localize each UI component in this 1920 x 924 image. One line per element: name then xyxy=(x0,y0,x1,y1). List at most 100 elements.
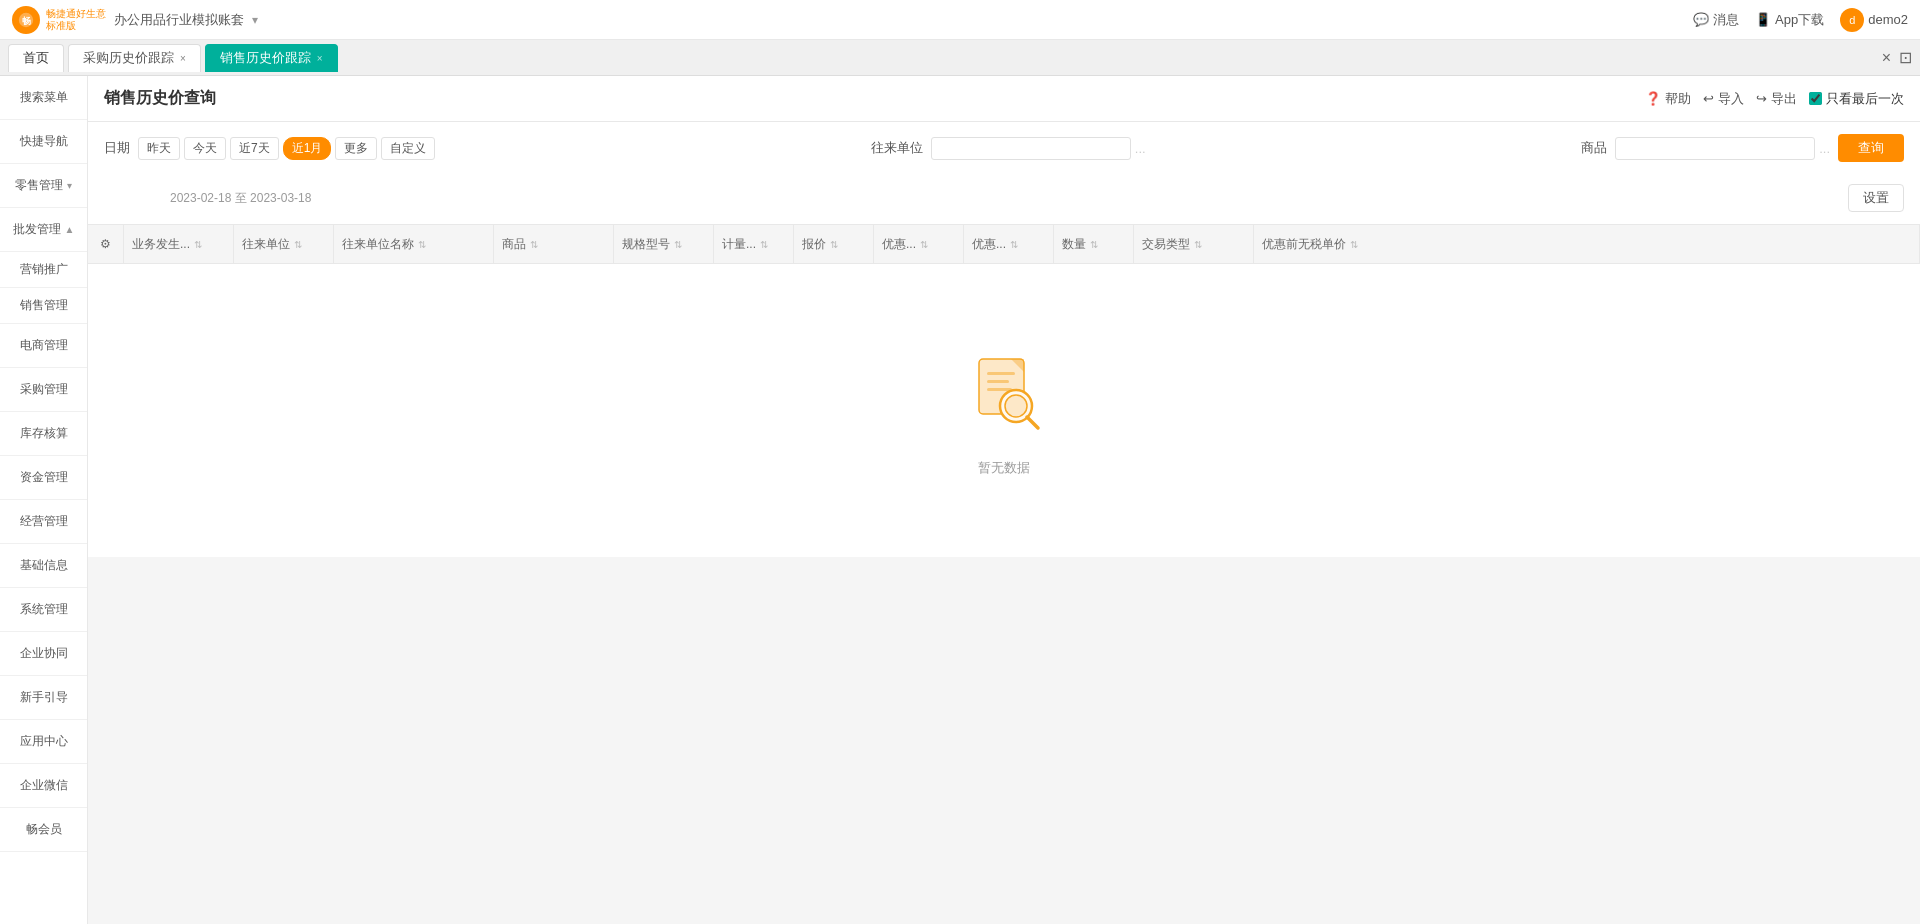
sidebar-label-search-menu: 搜索菜单 xyxy=(20,89,68,106)
tab-purchase-history[interactable]: 采购历史价跟踪 × xyxy=(68,44,201,72)
tab-sales-history[interactable]: 销售历史价跟踪 × xyxy=(205,44,338,72)
app-download-btn[interactable]: 📱 App下载 xyxy=(1755,11,1824,29)
sidebar-item-app-center[interactable]: 应用中心 xyxy=(0,720,87,764)
sidebar-label-app-center: 应用中心 xyxy=(20,733,68,750)
th-goods-sort: ⇅ xyxy=(530,239,538,250)
user-area[interactable]: d demo2 xyxy=(1840,8,1908,32)
sidebar-label-purchase: 采购管理 xyxy=(20,381,68,398)
sidebar-item-enterprise-wechat[interactable]: 企业微信 xyxy=(0,764,87,808)
sidebar-item-retail-mgmt[interactable]: 零售管理 ▾ xyxy=(0,164,87,208)
sidebar-item-ops[interactable]: 经营管理 xyxy=(0,500,87,544)
date-btn-more[interactable]: 更多 xyxy=(335,137,377,160)
app-title: 办公用品行业模拟账套 xyxy=(114,11,244,29)
main-layout: 搜索菜单 快捷导航 零售管理 ▾ 批发管理 ▲ 营销推广 销售管理 电商管理 采… xyxy=(0,76,1920,924)
sidebar-item-sales-mgmt[interactable]: 销售管理 xyxy=(0,288,87,324)
date-buttons: 昨天 今天 近7天 近1月 更多 自定义 xyxy=(138,137,435,160)
topbar-right: 💬 消息 📱 App下载 d demo2 xyxy=(1693,8,1908,32)
date-btn-last7days[interactable]: 近7天 xyxy=(230,137,279,160)
th-discount2-label: 优惠... xyxy=(972,236,1006,253)
th-unit[interactable]: 计量... ⇅ xyxy=(714,225,794,263)
th-discount2[interactable]: 优惠... ⇅ xyxy=(964,225,1054,263)
close-all-btn[interactable]: × xyxy=(1882,49,1891,67)
sidebar-item-newbie[interactable]: 新手引导 xyxy=(0,676,87,720)
th-partner-name[interactable]: 往来单位名称 ⇅ xyxy=(334,225,494,263)
th-spec[interactable]: 规格型号 ⇅ xyxy=(614,225,714,263)
date-label: 日期 xyxy=(104,139,130,157)
th-discount1-label: 优惠... xyxy=(882,236,916,253)
svg-line-8 xyxy=(1027,417,1038,428)
tab-sales-close[interactable]: × xyxy=(317,53,323,64)
tab-home[interactable]: 首页 xyxy=(8,44,64,72)
sidebar-item-search-menu[interactable]: 搜索菜单 xyxy=(0,76,87,120)
filter-area: 日期 昨天 今天 近7天 近1月 更多 自定义 往来单位 ... 商品 xyxy=(88,122,1920,225)
sidebar-item-wholesale-mgmt[interactable]: 批发管理 ▲ xyxy=(0,208,87,252)
logo-svg: 畅 xyxy=(17,11,35,29)
svg-rect-4 xyxy=(987,380,1009,383)
tab-home-label: 首页 xyxy=(23,49,49,67)
partner-label: 往来单位 xyxy=(871,139,923,157)
th-goods-label: 商品 xyxy=(502,236,526,253)
th-biz-date[interactable]: 业务发生... ⇅ xyxy=(124,225,234,263)
partner-field: ... xyxy=(931,137,1146,160)
th-qty[interactable]: 数量 ⇅ xyxy=(1054,225,1134,263)
th-notax-price[interactable]: 优惠前无税单价 ⇅ xyxy=(1254,225,1920,263)
maximize-btn[interactable]: ⊡ xyxy=(1899,48,1912,67)
empty-svg xyxy=(954,344,1054,444)
title-dropdown[interactable]: ▾ xyxy=(252,13,258,27)
help-btn[interactable]: ❓ 帮助 xyxy=(1645,90,1691,108)
partner-dots: ... xyxy=(1135,141,1146,156)
date-btn-yesterday[interactable]: 昨天 xyxy=(138,137,180,160)
sidebar-item-system[interactable]: 系统管理 xyxy=(0,588,87,632)
import-btn[interactable]: ↩ 导入 xyxy=(1703,90,1744,108)
th-price[interactable]: 报价 ⇅ xyxy=(794,225,874,263)
svg-rect-5 xyxy=(987,388,1012,391)
sidebar: 搜索菜单 快捷导航 零售管理 ▾ 批发管理 ▲ 营销推广 销售管理 电商管理 采… xyxy=(0,76,88,924)
sidebar-label-quick-nav: 快捷导航 xyxy=(20,133,68,150)
date-btn-last1month[interactable]: 近1月 xyxy=(283,137,332,160)
empty-illustration xyxy=(954,344,1054,447)
logo-area: 畅 畅捷通好生意 标准版 xyxy=(12,6,106,34)
date-btn-custom[interactable]: 自定义 xyxy=(381,137,435,160)
empty-text: 暂无数据 xyxy=(978,459,1030,477)
tab-purchase-close[interactable]: × xyxy=(180,53,186,64)
th-partner-label: 往来单位 xyxy=(242,236,290,253)
sidebar-item-ecommerce[interactable]: 电商管理 xyxy=(0,324,87,368)
page-header-actions: ❓ 帮助 ↩ 导入 ↪ 导出 只看最后一次 xyxy=(1645,90,1904,108)
th-qty-label: 数量 xyxy=(1062,236,1086,253)
partner-input[interactable] xyxy=(931,137,1131,160)
th-price-label: 报价 xyxy=(802,236,826,253)
sidebar-item-purchase[interactable]: 采购管理 xyxy=(0,368,87,412)
goods-input[interactable] xyxy=(1615,137,1815,160)
content-area: 销售历史价查询 ❓ 帮助 ↩ 导入 ↪ 导出 只看最后一次 xyxy=(88,76,1920,924)
sidebar-item-basic-info[interactable]: 基础信息 xyxy=(0,544,87,588)
th-partner[interactable]: 往来单位 ⇅ xyxy=(234,225,334,263)
export-btn[interactable]: ↪ 导出 xyxy=(1756,90,1797,108)
th-gear[interactable]: ⚙ xyxy=(88,225,124,263)
topbar: 畅 畅捷通好生意 标准版 办公用品行业模拟账套 ▾ 💬 消息 📱 App下载 d… xyxy=(0,0,1920,40)
only-last-label[interactable]: 只看最后一次 xyxy=(1826,90,1904,108)
sidebar-label-finance: 资金管理 xyxy=(20,469,68,486)
sidebar-item-member[interactable]: 畅会员 xyxy=(0,808,87,852)
export-label: 导出 xyxy=(1771,90,1797,108)
sidebar-item-marketing[interactable]: 营销推广 xyxy=(0,252,87,288)
page-header: 销售历史价查询 ❓ 帮助 ↩ 导入 ↪ 导出 只看最后一次 xyxy=(88,76,1920,122)
th-discount1[interactable]: 优惠... ⇅ xyxy=(874,225,964,263)
th-notax-price-label: 优惠前无税单价 xyxy=(1262,236,1346,253)
goods-dots: ... xyxy=(1819,141,1830,156)
query-button[interactable]: 查询 xyxy=(1838,134,1904,162)
sidebar-item-enterprise-coop[interactable]: 企业协同 xyxy=(0,632,87,676)
th-notax-price-sort: ⇅ xyxy=(1350,239,1358,250)
sidebar-item-finance[interactable]: 资金管理 xyxy=(0,456,87,500)
user-name: demo2 xyxy=(1868,12,1908,27)
date-btn-today[interactable]: 今天 xyxy=(184,137,226,160)
sidebar-item-inventory[interactable]: 库存核算 xyxy=(0,412,87,456)
message-btn[interactable]: 💬 消息 xyxy=(1693,11,1739,29)
only-last-checkbox[interactable] xyxy=(1809,92,1822,105)
th-trade-type[interactable]: 交易类型 ⇅ xyxy=(1134,225,1254,263)
tabbar: 首页 采购历史价跟踪 × 销售历史价跟踪 × × ⊡ xyxy=(0,40,1920,76)
sidebar-item-quick-nav[interactable]: 快捷导航 xyxy=(0,120,87,164)
th-goods[interactable]: 商品 ⇅ xyxy=(494,225,614,263)
sidebar-label-system: 系统管理 xyxy=(20,601,68,618)
th-spec-label: 规格型号 xyxy=(622,236,670,253)
setting-button[interactable]: 设置 xyxy=(1848,184,1904,212)
